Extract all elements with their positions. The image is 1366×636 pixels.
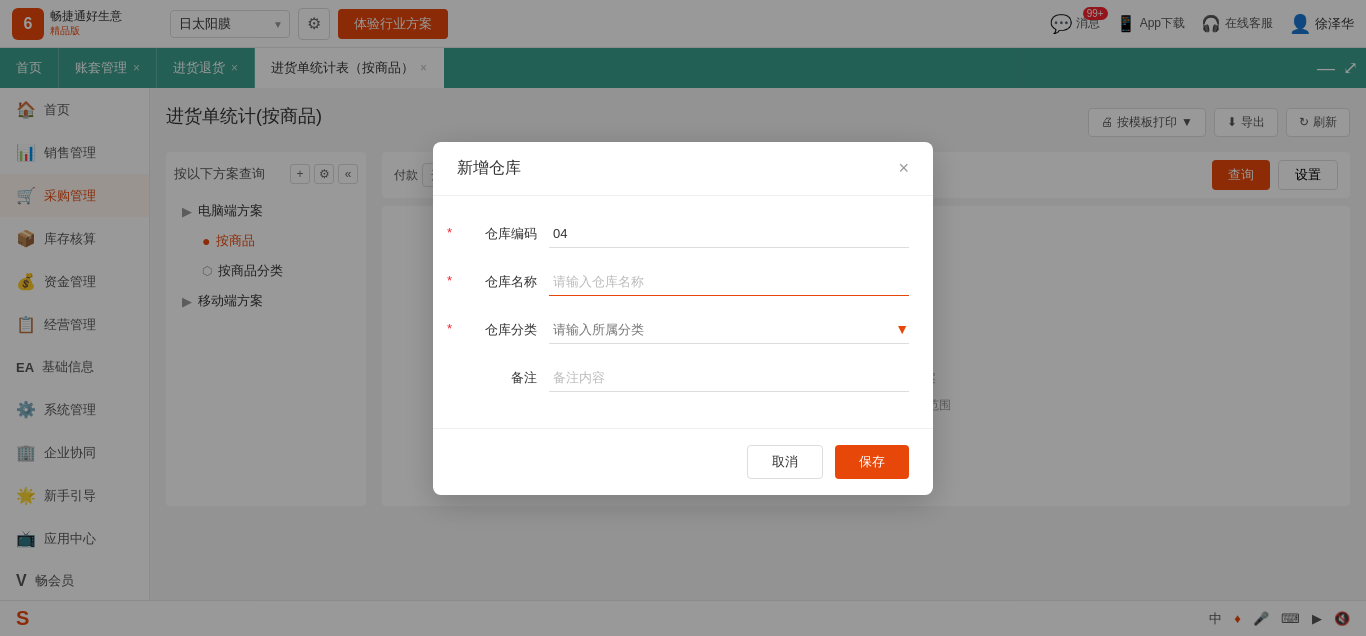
name-label: 仓库名称 bbox=[457, 273, 537, 291]
category-input[interactable] bbox=[549, 316, 895, 343]
category-dropdown-icon[interactable]: ▼ bbox=[895, 321, 909, 337]
form-row-remark: 备注 bbox=[457, 364, 909, 392]
form-row-name: 仓库名称 bbox=[457, 268, 909, 296]
dialog-body: 仓库编码 仓库名称 仓库分类 ▼ 备注 bbox=[433, 196, 933, 428]
name-input[interactable] bbox=[549, 268, 909, 296]
modal-overlay[interactable]: 新增仓库 × 仓库编码 仓库名称 仓库分类 ▼ bbox=[0, 0, 1366, 636]
code-input[interactable] bbox=[549, 220, 909, 248]
cancel-button[interactable]: 取消 bbox=[747, 445, 823, 479]
dialog-header: 新增仓库 × bbox=[433, 142, 933, 196]
form-row-code: 仓库编码 bbox=[457, 220, 909, 248]
category-label: 仓库分类 bbox=[457, 321, 537, 339]
code-label: 仓库编码 bbox=[457, 225, 537, 243]
dialog-add-warehouse: 新增仓库 × 仓库编码 仓库名称 仓库分类 ▼ bbox=[433, 142, 933, 495]
dialog-close-button[interactable]: × bbox=[898, 159, 909, 177]
category-select-wrapper: ▼ bbox=[549, 316, 909, 344]
dialog-title: 新增仓库 bbox=[457, 158, 521, 179]
form-row-category: 仓库分类 ▼ bbox=[457, 316, 909, 344]
dialog-footer: 取消 保存 bbox=[433, 428, 933, 495]
remark-label: 备注 bbox=[457, 369, 537, 387]
remark-input[interactable] bbox=[549, 364, 909, 392]
save-button[interactable]: 保存 bbox=[835, 445, 909, 479]
